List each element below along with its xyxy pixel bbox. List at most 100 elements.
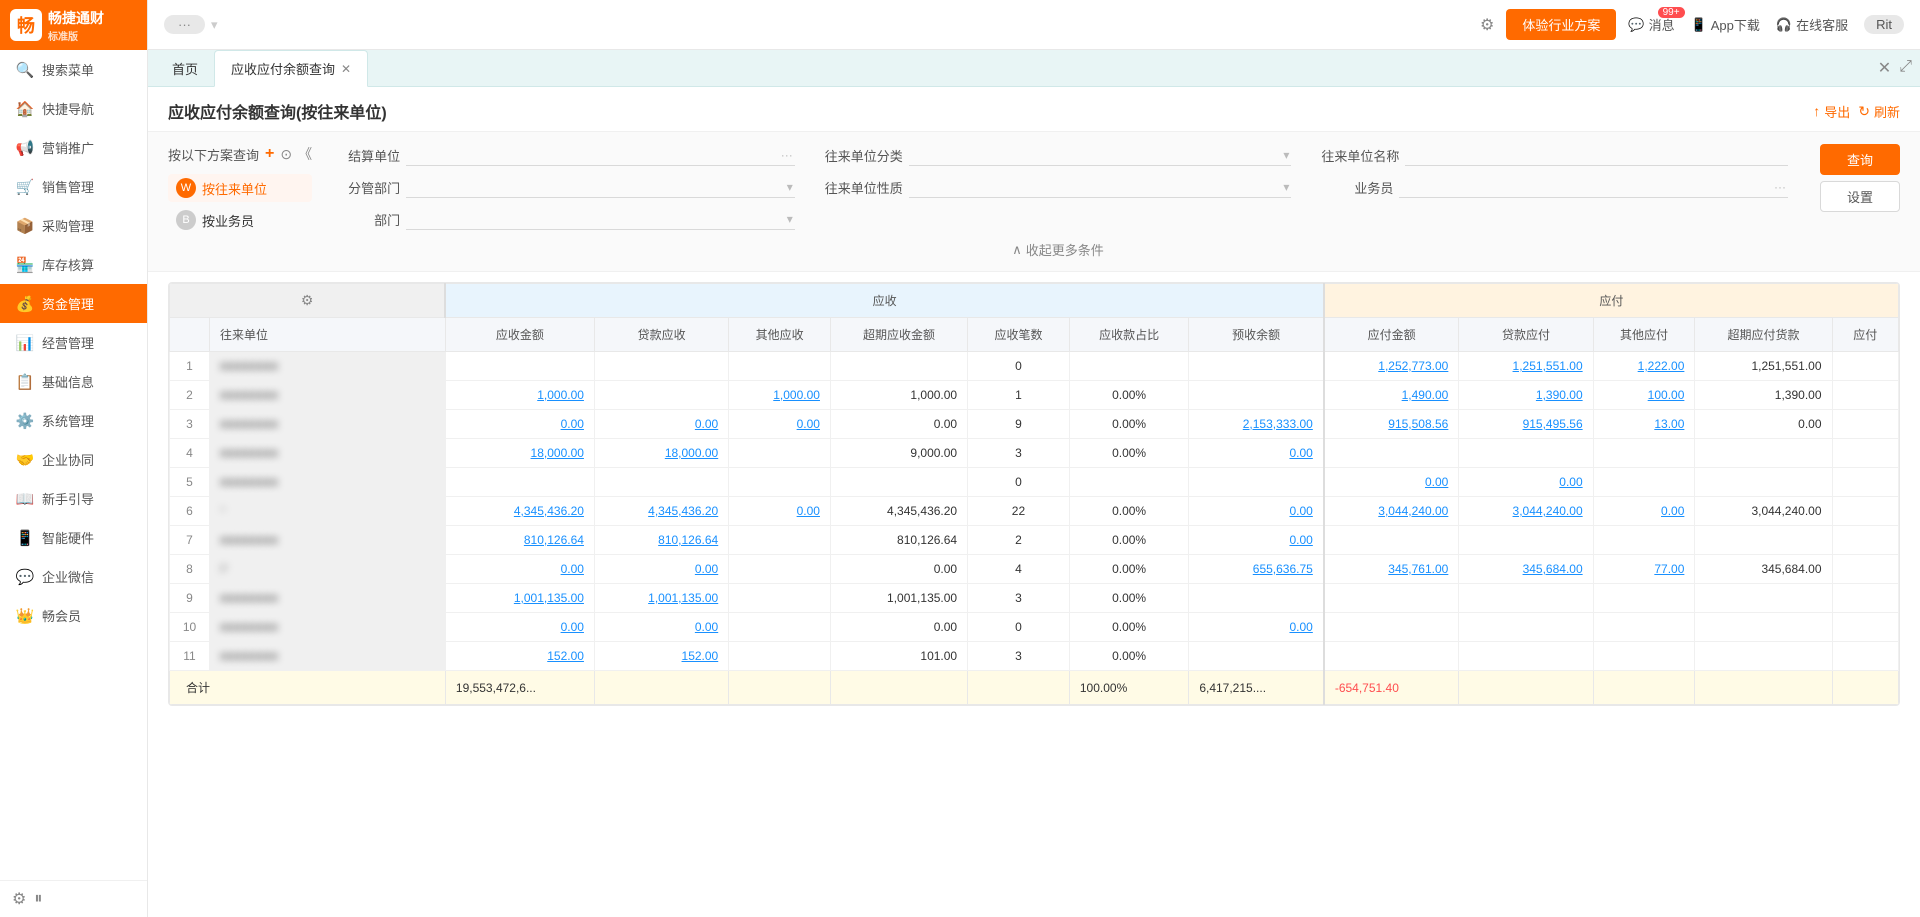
table-cell[interactable]: 810,126.64: [594, 526, 728, 555]
sidebar-item-sales[interactable]: 🛒 销售管理: [0, 167, 147, 206]
table-cell[interactable]: 1,390.00: [1459, 381, 1593, 410]
message-button[interactable]: 💬 消息 99+: [1628, 15, 1674, 34]
table-cell[interactable]: 18,000.00: [445, 439, 594, 468]
table-cell[interactable]: 0.00: [594, 613, 728, 642]
query-button[interactable]: 查询: [1820, 144, 1900, 175]
footer-ar-prepay[interactable]: 6,417,215....: [1189, 671, 1324, 705]
user-profile-button[interactable]: Rit: [1864, 15, 1904, 34]
table-cell[interactable]: 1,251,551.00: [1459, 352, 1593, 381]
table-cell[interactable]: 0.00: [445, 613, 594, 642]
partner-nature-input[interactable]: [909, 176, 1282, 197]
sidebar: 畅 畅捷通财 标准版 🔍 搜索菜单 🏠 快捷导航 📢 营销推广 🛒 销售管理 📦…: [0, 0, 148, 917]
breadcrumb-item[interactable]: ···: [164, 15, 205, 34]
th-ap-loan: 贷款应付: [1459, 318, 1593, 352]
settlement-unit-input[interactable]: [406, 144, 779, 165]
table-cell[interactable]: 4,345,436.20: [594, 497, 728, 526]
subdept-chevron[interactable]: ▾: [785, 212, 795, 226]
sidebar-item-basic[interactable]: 📋 基础信息: [0, 362, 147, 401]
filter-add-button[interactable]: +: [265, 145, 274, 163]
topbar-settings-icon[interactable]: ⚙: [1480, 15, 1494, 35]
table-cell[interactable]: 3,044,240.00: [1459, 497, 1593, 526]
table-cell[interactable]: 345,761.00: [1324, 555, 1459, 584]
subdept-input[interactable]: [406, 208, 785, 229]
table-cell[interactable]: 0.00: [1189, 613, 1324, 642]
export-button[interactable]: ↑ 导出: [1813, 102, 1850, 121]
tab-close-icon[interactable]: ✕: [341, 62, 351, 76]
sidebar-item-marketing[interactable]: 📢 营销推广: [0, 128, 147, 167]
table-cell[interactable]: 1,001,135.00: [594, 584, 728, 613]
tab-home[interactable]: 首页: [156, 51, 214, 86]
refresh-button[interactable]: ↻ 刷新: [1858, 102, 1900, 121]
sidebar-item-wechat[interactable]: 💬 企业微信: [0, 557, 147, 596]
app-download-button[interactable]: 📱 App下载: [1691, 15, 1760, 34]
sidebar-item-quick[interactable]: 🏠 快捷导航: [0, 89, 147, 128]
salesman-dots-icon[interactable]: ···: [1772, 180, 1788, 194]
table-cell[interactable]: 810,126.64: [445, 526, 594, 555]
sidebar-collapse-button[interactable]: ⏸: [34, 890, 42, 908]
filter-more-button[interactable]: ∧ 收起更多条件: [1012, 240, 1104, 259]
partner-name-input[interactable]: [1405, 144, 1788, 165]
table-cell[interactable]: 0.00: [1324, 468, 1459, 497]
table-cell[interactable]: 0.00: [1593, 497, 1695, 526]
online-service-button[interactable]: 🎧 在线客服: [1776, 15, 1848, 34]
sidebar-item-guide[interactable]: 📖 新手引导: [0, 479, 147, 518]
table-cell[interactable]: 1,001,135.00: [445, 584, 594, 613]
dept-chevron[interactable]: ▾: [785, 180, 795, 194]
sidebar-item-system[interactable]: ⚙️ 系统管理: [0, 401, 147, 440]
table-cell[interactable]: 0.00: [1189, 439, 1324, 468]
sidebar-item-operations[interactable]: 📊 经营管理: [0, 323, 147, 362]
dept-input[interactable]: [406, 176, 785, 197]
table-settings-icon[interactable]: ⚙: [301, 292, 314, 308]
table-cell[interactable]: 1,490.00: [1324, 381, 1459, 410]
table-cell[interactable]: 915,495.56: [1459, 410, 1593, 439]
table-cell[interactable]: 0.00: [445, 410, 594, 439]
table-cell[interactable]: 0.00: [445, 555, 594, 584]
filter-collapse-icon[interactable]: 《: [298, 144, 312, 164]
table-cell[interactable]: 3,044,240.00: [1324, 497, 1459, 526]
sidebar-item-purchase[interactable]: 📦 采购管理: [0, 206, 147, 245]
partner-category-chevron[interactable]: ▾: [1281, 148, 1291, 162]
table-cell[interactable]: 152.00: [594, 642, 728, 671]
table-cell[interactable]: 152.00: [445, 642, 594, 671]
salesman-input[interactable]: [1399, 176, 1772, 197]
table-cell[interactable]: 4,345,436.20: [445, 497, 594, 526]
table-cell[interactable]: 0.00: [594, 555, 728, 584]
footer-ar-amount[interactable]: 19,553,472,6...: [445, 671, 594, 705]
sidebar-item-hardware[interactable]: 📱 智能硬件: [0, 518, 147, 557]
table-cell[interactable]: 0.00: [1189, 497, 1324, 526]
solution-button[interactable]: 体验行业方案: [1506, 9, 1616, 40]
filter-nav-salesman[interactable]: B 按业务员: [168, 206, 312, 234]
table-cell[interactable]: 0.00: [729, 497, 831, 526]
filter-nav-company[interactable]: W 按往来单位: [168, 174, 312, 202]
settlement-dots-icon[interactable]: ···: [779, 148, 795, 162]
tabbar-expand-button[interactable]: ⤢: [1899, 58, 1912, 78]
filter-settings-icon[interactable]: ⊙: [280, 146, 292, 163]
table-cell[interactable]: 1,222.00: [1593, 352, 1695, 381]
table-cell[interactable]: 0.00: [1189, 526, 1324, 555]
table-cell[interactable]: 77.00: [1593, 555, 1695, 584]
sidebar-item-corp[interactable]: 🤝 企业协同: [0, 440, 147, 479]
table-cell[interactable]: 1,252,773.00: [1324, 352, 1459, 381]
sidebar-gear-button[interactable]: ⚙: [12, 889, 26, 909]
table-cell[interactable]: 1,000.00: [729, 381, 831, 410]
sidebar-item-member[interactable]: 👑 畅会员: [0, 596, 147, 635]
table-cell[interactable]: 655,636.75: [1189, 555, 1324, 584]
table-cell[interactable]: 1,000.00: [445, 381, 594, 410]
table-cell[interactable]: 13.00: [1593, 410, 1695, 439]
table-cell[interactable]: 345,684.00: [1459, 555, 1593, 584]
table-cell[interactable]: 18,000.00: [594, 439, 728, 468]
partner-nature-chevron[interactable]: ▾: [1281, 180, 1291, 194]
sidebar-item-search[interactable]: 🔍 搜索菜单: [0, 50, 147, 89]
partner-category-input[interactable]: [909, 144, 1282, 165]
tabbar-close-button[interactable]: ✕: [1878, 58, 1891, 78]
tab-balance[interactable]: 应收应付余额查询 ✕: [214, 50, 368, 87]
table-cell[interactable]: 100.00: [1593, 381, 1695, 410]
filter-settings-button[interactable]: 设置: [1820, 181, 1900, 212]
table-cell[interactable]: 915,508.56: [1324, 410, 1459, 439]
table-cell[interactable]: 2,153,333.00: [1189, 410, 1324, 439]
sidebar-item-finance[interactable]: 💰 资金管理: [0, 284, 147, 323]
table-cell[interactable]: 0.00: [1459, 468, 1593, 497]
sidebar-item-inventory[interactable]: 🏪 库存核算: [0, 245, 147, 284]
table-cell[interactable]: 0.00: [594, 410, 728, 439]
table-cell[interactable]: 0.00: [729, 410, 831, 439]
